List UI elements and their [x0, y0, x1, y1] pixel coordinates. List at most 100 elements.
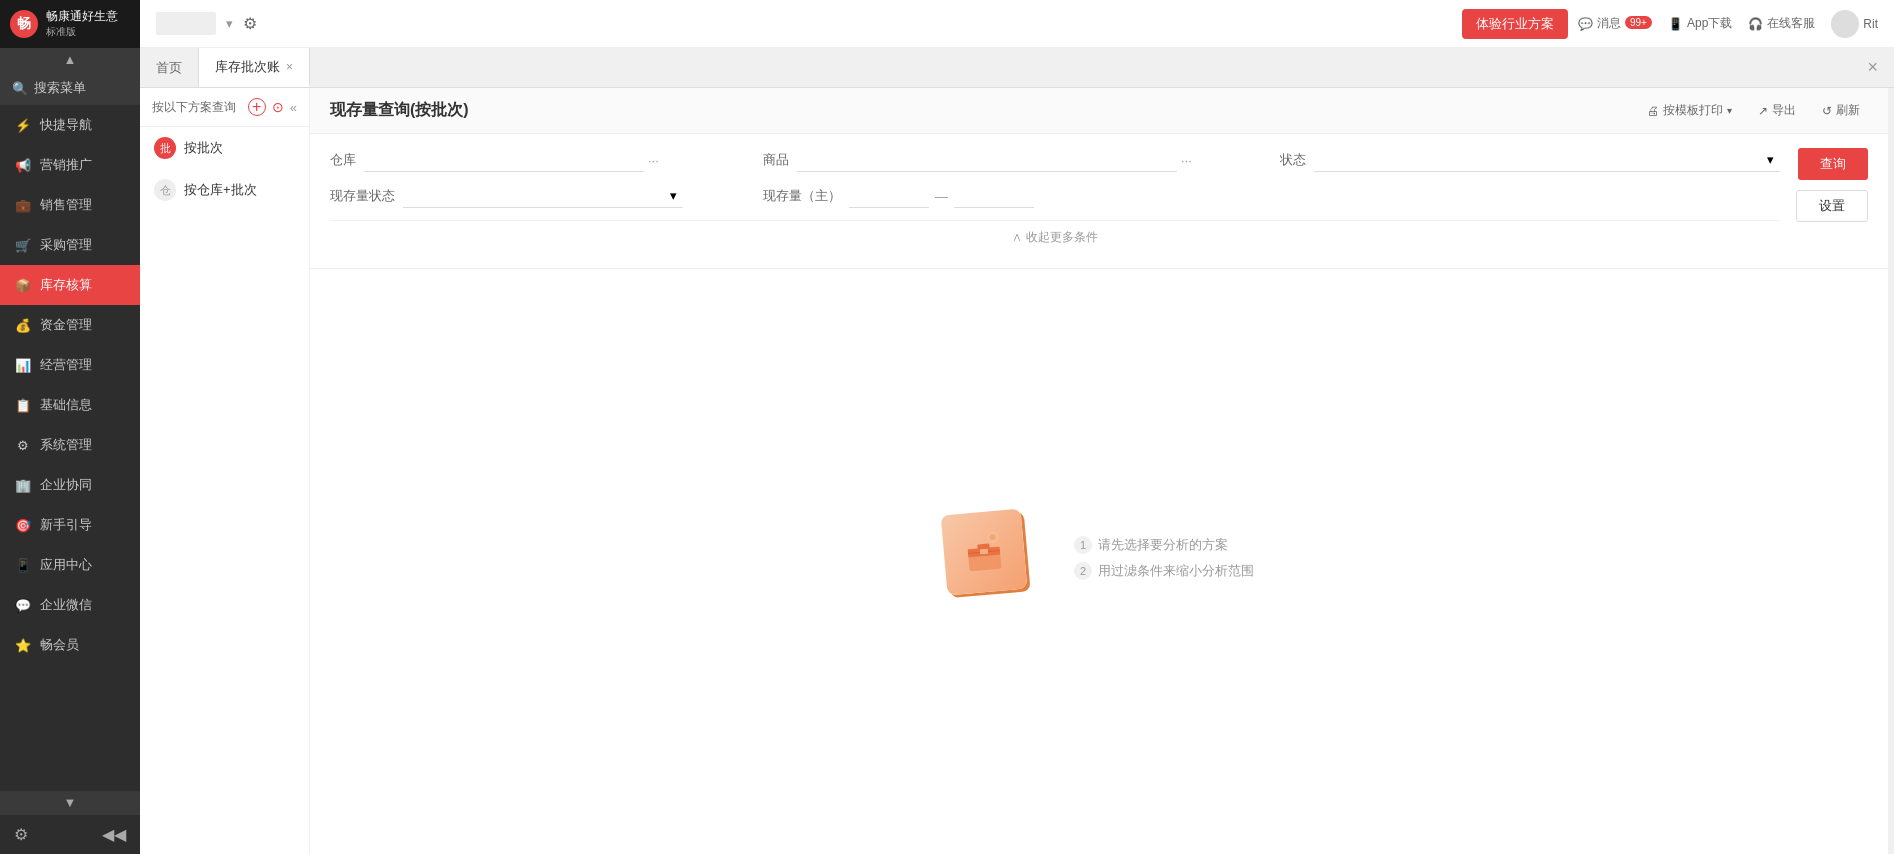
stock-qty-range: —	[849, 184, 1263, 208]
sidebar-scroll-up[interactable]: ▲	[0, 48, 140, 71]
settings-button[interactable]: 设置	[1796, 190, 1868, 222]
inventory-icon: 📦	[14, 276, 32, 294]
tab-inventory-batch[interactable]: 库存批次账 ×	[199, 48, 310, 87]
sidebar-item-operations[interactable]: 📊 经营管理	[0, 345, 140, 385]
topbar-actions: 💬 消息 99+ 📱 App下载 🎧 在线客服 Rit	[1578, 10, 1878, 38]
filter-row-2: 现存量状态 ▾ 现存量（主） —	[330, 184, 1780, 208]
messages-button[interactable]: 💬 消息 99+	[1578, 15, 1652, 32]
sidebar-item-enterprise[interactable]: 🏢 企业协同	[0, 465, 140, 505]
schema-item-by-warehouse-batch[interactable]: 仓 按仓库+批次	[140, 169, 309, 211]
sidebar-item-member[interactable]: ⭐ 畅会员	[0, 625, 140, 665]
search-icon: 🔍	[12, 81, 28, 96]
sidebar-item-basics[interactable]: 📋 基础信息	[0, 385, 140, 425]
empty-hint-2: 2 用过滤条件来缩小分析范围	[1074, 562, 1254, 580]
sidebar-item-label: 资金管理	[40, 316, 92, 334]
sidebar-search-item[interactable]: 🔍 搜索菜单	[0, 71, 140, 105]
warehouse-more-icon[interactable]: ···	[648, 153, 659, 168]
sidebar-item-label: 新手引导	[40, 516, 92, 534]
tab-home[interactable]: 首页	[140, 48, 199, 87]
sidebar-item-quick-nav[interactable]: ⚡ 快捷导航	[0, 105, 140, 145]
apps-icon: 📱	[14, 556, 32, 574]
left-panel-title: 按以下方案查询	[152, 99, 236, 116]
right-scrollbar[interactable]	[1888, 88, 1894, 854]
tab-close-icon[interactable]: ×	[286, 60, 293, 74]
page-header: 现存量查询(按批次) 🖨 按模板打印 ▾ ↗ 导出 ↺ 刷新	[310, 88, 1888, 134]
sidebar-item-label: 销售管理	[40, 196, 92, 214]
tabs-bar: 首页 库存批次账 × ×	[140, 48, 1894, 88]
sidebar-item-finance[interactable]: 💰 资金管理	[0, 305, 140, 345]
query-button[interactable]: 查询	[1798, 148, 1868, 180]
empty-state: 1 请先选择要分析的方案 2 用过滤条件来缩小分析范围	[310, 269, 1888, 854]
product-more-icon[interactable]: ···	[1181, 153, 1192, 168]
sidebar-collapse-icon[interactable]: ◀◀	[102, 825, 126, 844]
wechat-icon: 💬	[14, 596, 32, 614]
empty-hint-1: 1 请先选择要分析的方案	[1074, 536, 1254, 554]
sidebar-item-label: 畅会员	[40, 636, 79, 654]
status-dropdown[interactable]: ▾	[1314, 148, 1780, 172]
tab-home-label: 首页	[156, 59, 182, 77]
sidebar-item-newbie[interactable]: 🎯 新手引导	[0, 505, 140, 545]
warehouse-filter-group: 仓库 ···	[330, 148, 747, 172]
hint-text-1: 请先选择要分析的方案	[1098, 536, 1228, 554]
industry-solution-button[interactable]: 体验行业方案	[1462, 9, 1568, 39]
sidebar-item-label: 采购管理	[40, 236, 92, 254]
page-header-actions: 🖨 按模板打印 ▾ ↗ 导出 ↺ 刷新	[1639, 98, 1868, 123]
enterprise-icon: 🏢	[14, 476, 32, 494]
app-download-button[interactable]: 📱 App下载	[1668, 15, 1732, 32]
sidebar-item-label: 基础信息	[40, 396, 92, 414]
sidebar-scroll-down[interactable]: ▼	[0, 791, 140, 814]
stock-qty-min-input[interactable]	[849, 184, 929, 208]
message-icon: 💬	[1578, 17, 1593, 31]
sidebar-item-wechat[interactable]: 💬 企业微信	[0, 585, 140, 625]
online-service-button[interactable]: 🎧 在线客服	[1748, 15, 1815, 32]
close-all-tabs-button[interactable]: ×	[1851, 57, 1894, 78]
stock-qty-dash: —	[935, 189, 948, 204]
user-label: Rit	[1863, 17, 1878, 31]
refresh-button[interactable]: ↺ 刷新	[1814, 98, 1868, 123]
app-logo: 畅	[10, 10, 38, 38]
schema-item-by-batch[interactable]: 批 按批次	[140, 127, 309, 169]
sidebar-search-label: 搜索菜单	[34, 79, 86, 97]
left-panel: 按以下方案查询 + ⊙ « 批 按批次 仓 按仓库+批次	[140, 88, 310, 854]
sidebar-settings-icon[interactable]: ⚙	[14, 825, 28, 844]
newbie-icon: 🎯	[14, 516, 32, 534]
add-schema-icon[interactable]: +	[248, 98, 266, 116]
print-label: 按模板打印	[1663, 102, 1723, 119]
sidebar-item-marketing[interactable]: 📢 营销推广	[0, 145, 140, 185]
sidebar-item-label: 企业协同	[40, 476, 92, 494]
app-download-label: App下载	[1687, 15, 1732, 32]
collapse-filter-button[interactable]: ∧ 收起更多条件	[330, 220, 1780, 254]
topbar-dropdown-arrow[interactable]: ▾	[226, 16, 233, 31]
sidebar-nav: ⚡ 快捷导航 📢 营销推广 💼 销售管理 🛒 采购管理 📦 库存核算 💰 资金管…	[0, 105, 140, 791]
status-dropdown-icon: ▾	[1767, 152, 1774, 167]
schema-collapse-icon[interactable]: «	[290, 100, 297, 115]
schema-settings-icon[interactable]: ⊙	[272, 99, 284, 115]
print-button[interactable]: 🖨 按模板打印 ▾	[1639, 98, 1740, 123]
export-button[interactable]: ↗ 导出	[1750, 98, 1804, 123]
schema-by-batch-label: 按批次	[184, 139, 223, 157]
schema-by-batch-icon: 批	[154, 137, 176, 159]
sidebar-item-label: 营销推广	[40, 156, 92, 174]
sidebar-item-inventory[interactable]: 📦 库存核算	[0, 265, 140, 305]
tab-inventory-batch-label: 库存批次账	[215, 58, 280, 76]
warehouse-input[interactable]	[364, 148, 644, 172]
stock-status-dropdown[interactable]: ▾	[403, 184, 683, 208]
empty-state-text: 1 请先选择要分析的方案 2 用过滤条件来缩小分析范围	[1074, 536, 1254, 588]
filter-actions: 查询 设置	[1796, 148, 1868, 222]
hint-number-1: 1	[1074, 536, 1092, 554]
refresh-icon: ↺	[1822, 104, 1832, 118]
sidebar-item-purchase[interactable]: 🛒 采购管理	[0, 225, 140, 265]
product-input[interactable]	[797, 148, 1177, 172]
basics-icon: 📋	[14, 396, 32, 414]
right-panel: 现存量查询(按批次) 🖨 按模板打印 ▾ ↗ 导出 ↺ 刷新	[310, 88, 1888, 854]
box-svg	[958, 525, 1010, 577]
sidebar-item-system[interactable]: ⚙ 系统管理	[0, 425, 140, 465]
export-icon: ↗	[1758, 104, 1768, 118]
marketing-icon: 📢	[14, 156, 32, 174]
user-profile[interactable]: Rit	[1831, 10, 1878, 38]
print-dropdown-icon[interactable]: ▾	[1727, 105, 1732, 116]
topbar-gear-icon[interactable]: ⚙	[243, 14, 257, 33]
sidebar-item-sales[interactable]: 💼 销售管理	[0, 185, 140, 225]
stock-qty-max-input[interactable]	[954, 184, 1034, 208]
sidebar-item-apps[interactable]: 📱 应用中心	[0, 545, 140, 585]
